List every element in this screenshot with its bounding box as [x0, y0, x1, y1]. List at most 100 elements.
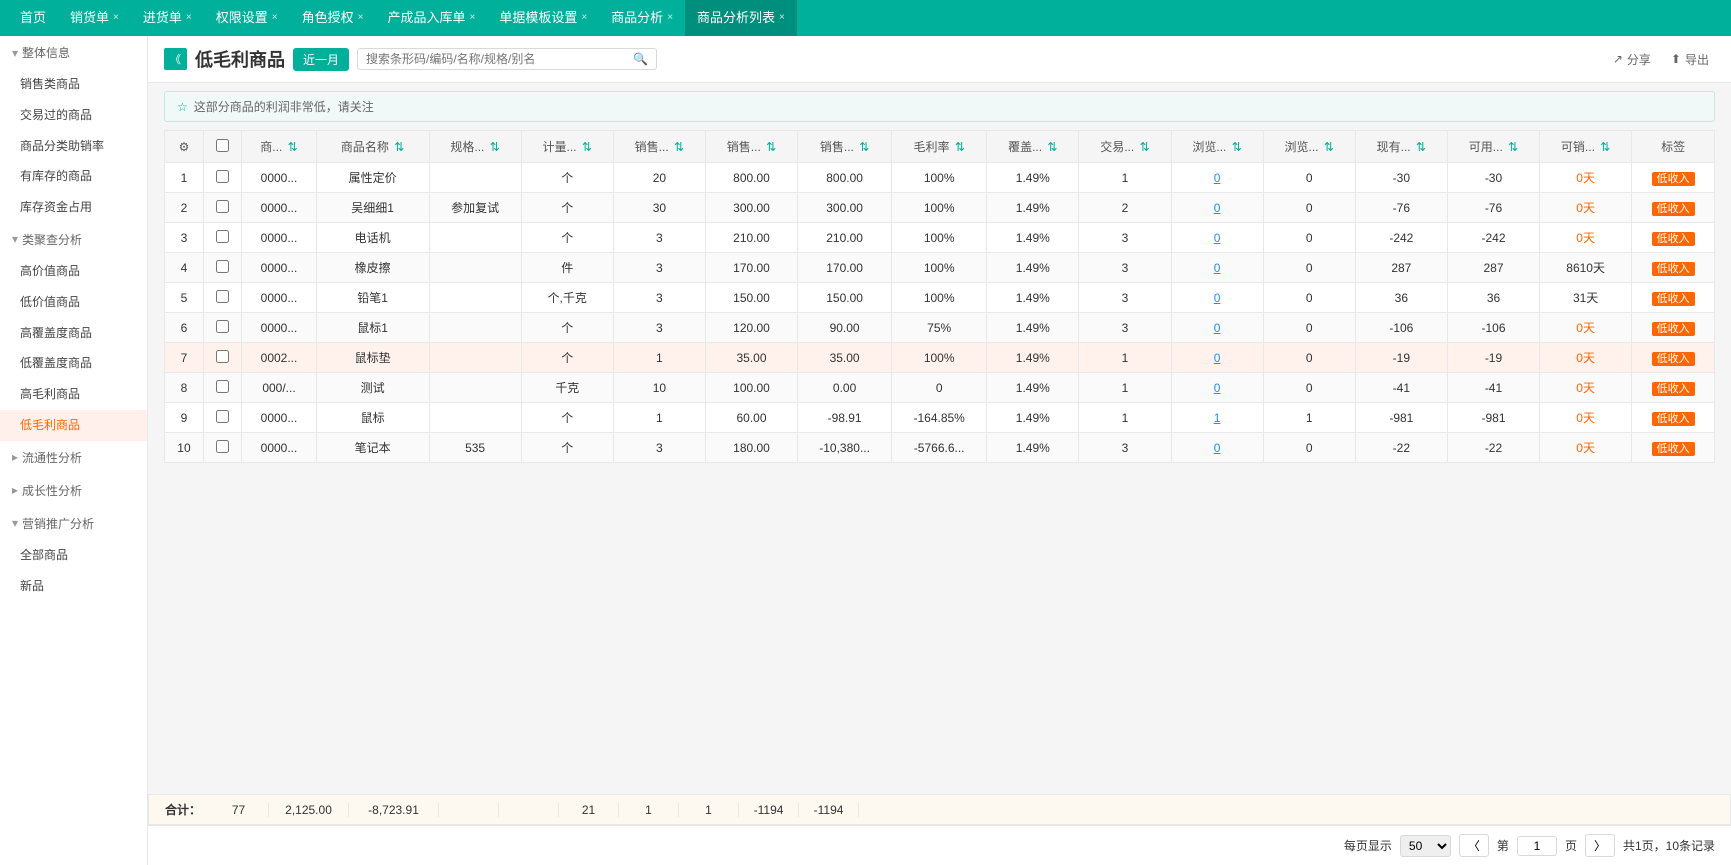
- cell-views1[interactable]: 0: [1171, 193, 1263, 223]
- nav-product-analysis[interactable]: 商品分析 ×: [599, 0, 685, 36]
- row-checkbox[interactable]: [216, 290, 229, 303]
- col-views2[interactable]: 浏览... ⇅: [1263, 131, 1355, 163]
- nav-permissions[interactable]: 权限设置 ×: [204, 0, 290, 36]
- col-code[interactable]: 商... ⇅: [242, 131, 316, 163]
- cell-views1[interactable]: 0: [1171, 283, 1263, 313]
- nav-close-product-analysis[interactable]: ×: [667, 0, 673, 36]
- sidebar-item-low-value[interactable]: 低价值商品: [0, 287, 147, 318]
- row-checkbox[interactable]: [216, 320, 229, 333]
- views-link[interactable]: 0: [1214, 171, 1221, 185]
- col-trade[interactable]: 交易... ⇅: [1079, 131, 1171, 163]
- col-views1[interactable]: 浏览... ⇅: [1171, 131, 1263, 163]
- row-checkbox[interactable]: [216, 440, 229, 453]
- sidebar-item-high-value[interactable]: 高价值商品: [0, 256, 147, 287]
- sidebar-item-new-products[interactable]: 新品: [0, 571, 147, 602]
- col-sales-qty[interactable]: 销售... ⇅: [613, 131, 705, 163]
- row-checkbox[interactable]: [216, 380, 229, 393]
- nav-close-product-inbound[interactable]: ×: [469, 0, 475, 36]
- sidebar-item-sales-products[interactable]: 销售类商品: [0, 69, 147, 100]
- sidebar-item-low-margin[interactable]: 低毛利商品: [0, 410, 147, 441]
- cell-checkbox[interactable]: [203, 373, 241, 403]
- share-button[interactable]: ↗ 分享: [1607, 48, 1657, 71]
- col-spec[interactable]: 规格... ⇅: [429, 131, 521, 163]
- sidebar-item-high-coverage[interactable]: 高覆盖度商品: [0, 318, 147, 349]
- sidebar-item-traded-products[interactable]: 交易过的商品: [0, 100, 147, 131]
- views-link[interactable]: 0: [1214, 351, 1221, 365]
- row-checkbox[interactable]: [216, 410, 229, 423]
- nav-close-product-analysis-list[interactable]: ×: [779, 0, 785, 36]
- sidebar-item-in-stock[interactable]: 有库存的商品: [0, 161, 147, 192]
- nav-close-sales[interactable]: ×: [113, 0, 119, 36]
- views-link[interactable]: 0: [1214, 291, 1221, 305]
- nav-purchase[interactable]: 进货单 ×: [131, 0, 204, 36]
- sidebar-item-low-coverage[interactable]: 低覆盖度商品: [0, 348, 147, 379]
- nav-close-permissions[interactable]: ×: [272, 0, 278, 36]
- next-page-button[interactable]: 〉: [1585, 834, 1615, 857]
- sidebar-collapse-button[interactable]: 《: [164, 48, 187, 70]
- col-coverage[interactable]: 覆盖... ⇅: [987, 131, 1079, 163]
- nav-close-roles[interactable]: ×: [358, 0, 364, 36]
- col-name[interactable]: 商品名称 ⇅: [316, 131, 429, 163]
- cell-checkbox[interactable]: [203, 283, 241, 313]
- col-gross-margin[interactable]: 毛利率 ⇅: [892, 131, 987, 163]
- nav-close-purchase[interactable]: ×: [186, 0, 192, 36]
- cell-checkbox[interactable]: [203, 403, 241, 433]
- nav-product-inbound[interactable]: 产成品入库单 ×: [375, 0, 487, 36]
- nav-sales[interactable]: 销货单 ×: [58, 0, 131, 36]
- sidebar-item-all-products[interactable]: 全部商品: [0, 540, 147, 571]
- select-all-checkbox[interactable]: [216, 139, 229, 152]
- cell-views1[interactable]: 0: [1171, 163, 1263, 193]
- cell-checkbox[interactable]: [203, 163, 241, 193]
- search-icon[interactable]: 🔍: [633, 52, 648, 66]
- cell-checkbox[interactable]: [203, 433, 241, 463]
- col-current-stock[interactable]: 现有... ⇅: [1355, 131, 1447, 163]
- nav-home[interactable]: 首页: [8, 0, 58, 36]
- nav-template[interactable]: 单据模板设置 ×: [487, 0, 599, 36]
- views-link[interactable]: 0: [1214, 201, 1221, 215]
- sidebar-item-category-assist[interactable]: 商品分类助销率: [0, 131, 147, 162]
- col-sales-amount[interactable]: 销售... ⇅: [798, 131, 892, 163]
- cell-views1[interactable]: 0: [1171, 373, 1263, 403]
- cell-views1[interactable]: 0: [1171, 343, 1263, 373]
- cell-checkbox[interactable]: [203, 193, 241, 223]
- time-filter-button[interactable]: 近一月: [293, 48, 349, 71]
- views-link[interactable]: 0: [1214, 321, 1221, 335]
- sidebar-group-growth[interactable]: ▸ 成长性分析: [0, 474, 147, 507]
- col-settings[interactable]: ⚙: [165, 131, 204, 163]
- nav-roles[interactable]: 角色授权 ×: [290, 0, 376, 36]
- sidebar-item-high-margin[interactable]: 高毛利商品: [0, 379, 147, 410]
- sidebar-group-circulation[interactable]: ▸ 流通性分析: [0, 441, 147, 474]
- nav-close-template[interactable]: ×: [581, 0, 587, 36]
- views-link[interactable]: 0: [1214, 381, 1221, 395]
- cell-views1[interactable]: 0: [1171, 313, 1263, 343]
- cell-views1[interactable]: 1: [1171, 403, 1263, 433]
- views-link[interactable]: 0: [1214, 441, 1221, 455]
- cell-checkbox[interactable]: [203, 313, 241, 343]
- cell-checkbox[interactable]: [203, 253, 241, 283]
- cell-views1[interactable]: 0: [1171, 433, 1263, 463]
- row-checkbox[interactable]: [216, 170, 229, 183]
- cell-checkbox[interactable]: [203, 223, 241, 253]
- export-button[interactable]: ⬆ 导出: [1665, 48, 1715, 71]
- cell-checkbox[interactable]: [203, 343, 241, 373]
- search-input[interactable]: [366, 52, 629, 66]
- row-checkbox[interactable]: [216, 350, 229, 363]
- sidebar-group-overall[interactable]: ▾ 整体信息: [0, 36, 147, 69]
- page-number-input[interactable]: [1517, 836, 1557, 856]
- sidebar-item-stock-capital[interactable]: 库存资金占用: [0, 192, 147, 223]
- row-checkbox[interactable]: [216, 200, 229, 213]
- cell-views1[interactable]: 0: [1171, 253, 1263, 283]
- prev-page-button[interactable]: 〈: [1459, 834, 1489, 857]
- col-available[interactable]: 可用... ⇅: [1447, 131, 1539, 163]
- sidebar-group-cluster[interactable]: ▾ 类聚查分析: [0, 223, 147, 256]
- col-sales-price[interactable]: 销售... ⇅: [705, 131, 797, 163]
- sidebar-group-marketing[interactable]: ▾ 营销推广分析: [0, 507, 147, 540]
- views-link[interactable]: 0: [1214, 231, 1221, 245]
- views-link[interactable]: 1: [1214, 411, 1221, 425]
- per-page-select[interactable]: 50 100 200: [1400, 835, 1451, 857]
- row-checkbox[interactable]: [216, 230, 229, 243]
- nav-product-analysis-list[interactable]: 商品分析列表 ×: [685, 0, 797, 36]
- col-sellable[interactable]: 可销... ⇅: [1540, 131, 1632, 163]
- row-checkbox[interactable]: [216, 260, 229, 273]
- cell-views1[interactable]: 0: [1171, 223, 1263, 253]
